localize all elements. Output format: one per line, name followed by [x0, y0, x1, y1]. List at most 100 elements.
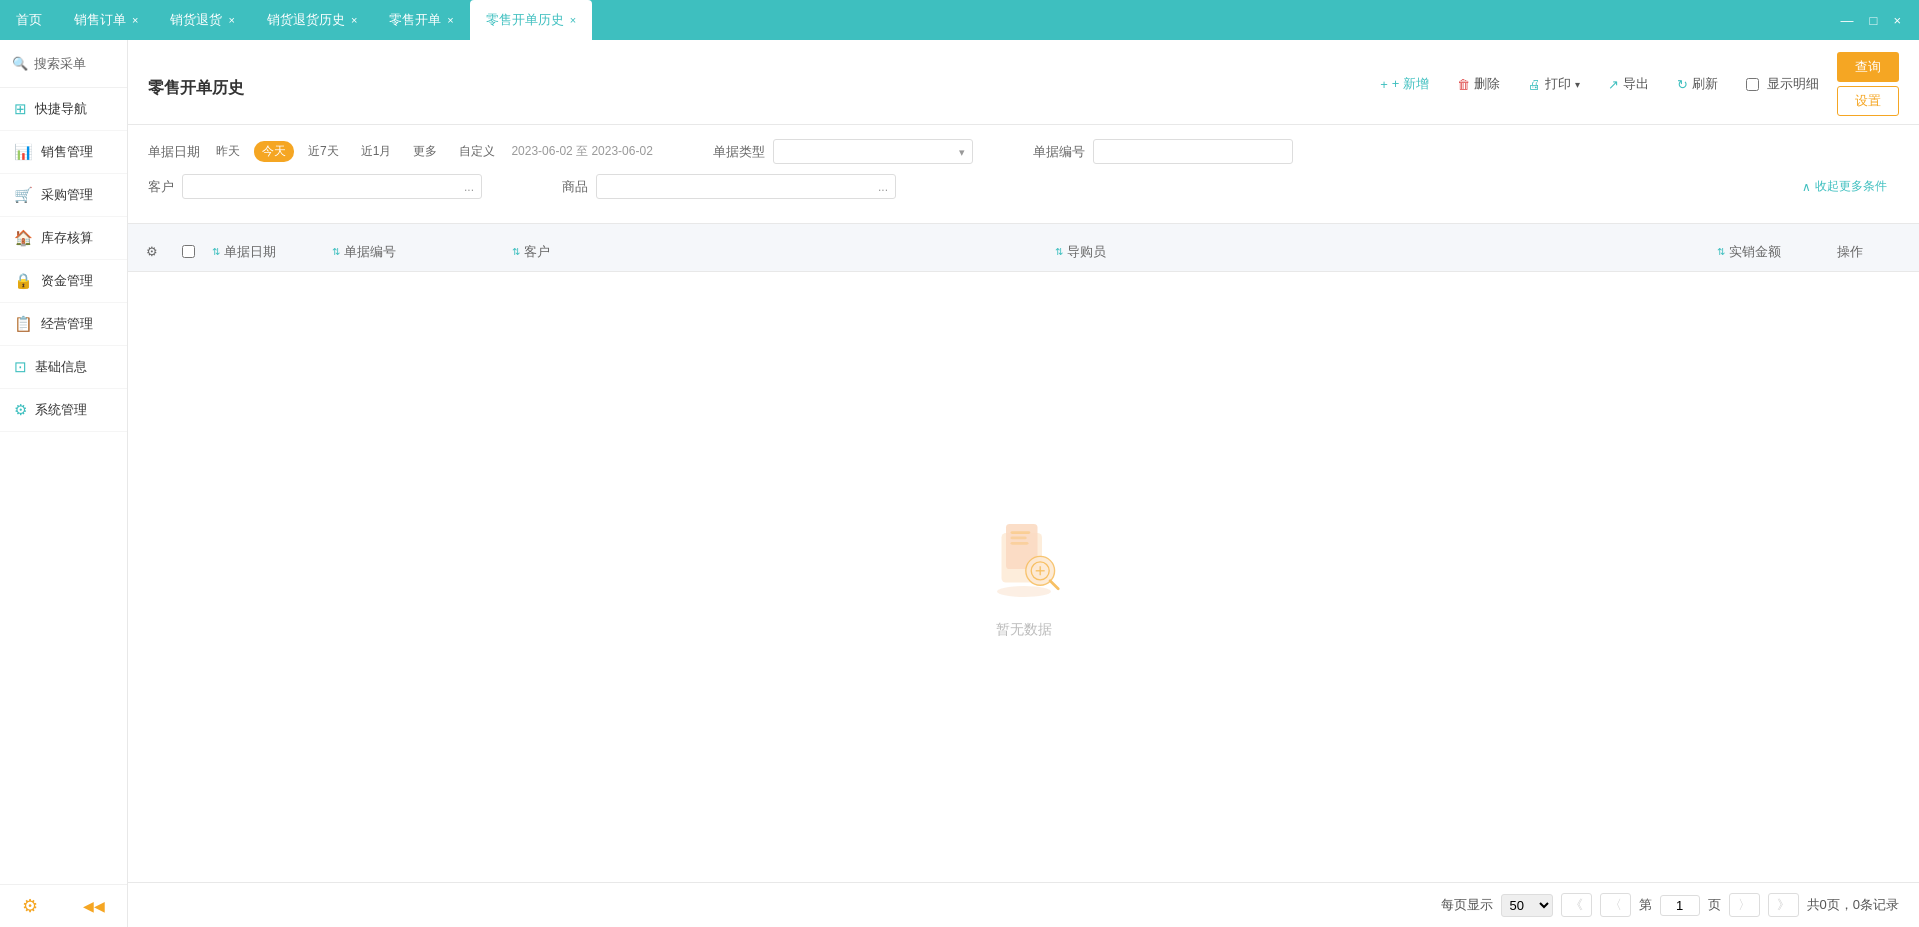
per-page-label: 每页显示 [1441, 896, 1493, 914]
sort-customer-icon[interactable]: ⇅ [512, 246, 520, 257]
collapse-label: 收起更多条件 [1815, 178, 1887, 195]
date-1month-btn[interactable]: 近1月 [353, 141, 400, 162]
query-button[interactable]: 查询 [1837, 52, 1899, 82]
column-settings-icon[interactable]: ⚙ [146, 244, 158, 259]
tab-retail-open-label: 零售开单 [389, 11, 441, 29]
tab-retail-history-close[interactable]: × [570, 14, 576, 26]
tab-sales-return-history[interactable]: 销货退货历史 × [251, 0, 373, 40]
basic-info-icon: ⊡ [14, 358, 27, 376]
sidebar-item-sales-mgmt[interactable]: 📊 销售管理 [0, 131, 127, 174]
display-detail-button[interactable]: 显示明细 [1736, 70, 1829, 98]
window-min-button[interactable]: — [1835, 11, 1860, 30]
finance-icon: 🔒 [14, 272, 33, 290]
goods-dots: ... [878, 180, 888, 194]
customer-input-wrapper: ... [182, 174, 482, 199]
export-button[interactable]: ↗ 导出 [1598, 70, 1659, 98]
tab-retail-open-close[interactable]: × [447, 14, 453, 26]
sort-docno-icon[interactable]: ⇅ [332, 246, 340, 257]
collapse-button[interactable]: ∧ 收起更多条件 [1790, 174, 1899, 199]
sidebar-item-purchase-mgmt[interactable]: 🛒 采购管理 [0, 174, 127, 217]
sidebar-item-finance[interactable]: 🔒 资金管理 [0, 260, 127, 303]
top-nav-bar: 首页 销售订单 × 销货退货 × 销货退货历史 × 零售开单 × 零售开单历史 … [0, 0, 1919, 40]
tab-retail-history-label: 零售开单历史 [486, 11, 564, 29]
select-all-checkbox[interactable] [182, 245, 195, 258]
prev-page-button[interactable]: 〈 [1600, 893, 1631, 917]
last-page-button[interactable]: 》 [1768, 893, 1799, 917]
refresh-icon: ↻ [1677, 77, 1688, 92]
collapse-wrapper: ∧ 收起更多条件 [1790, 174, 1899, 199]
main-layout: 🔍 搜索采单 ⊞ 快捷导航 📊 销售管理 🛒 采购管理 🏠 库存核算 🔒 资金管… [0, 40, 1919, 927]
col-docno-label: 单据编号 [344, 243, 396, 261]
sidebar-search[interactable]: 🔍 搜索采单 [0, 40, 127, 88]
sidebar-settings-button[interactable]: ⚙ [22, 895, 38, 917]
print-button[interactable]: 🖨 打印 ▾ [1518, 70, 1590, 98]
col-amount: ⇅ 实销金额 [1709, 243, 1829, 261]
tab-sales-return-history-close[interactable]: × [351, 14, 357, 26]
window-max-button[interactable]: □ [1864, 11, 1884, 30]
sort-amount-icon[interactable]: ⇅ [1717, 246, 1725, 257]
per-page-select[interactable]: 50 100 200 [1501, 894, 1553, 917]
window-close-button[interactable]: × [1887, 11, 1907, 30]
doctype-select-wrapper [773, 139, 973, 164]
sort-date-icon[interactable]: ⇅ [212, 246, 220, 257]
date-more-btn[interactable]: 更多 [405, 141, 445, 162]
col-docno: ⇅ 单据编号 [324, 243, 504, 261]
page-of-label: 页 [1708, 896, 1721, 914]
goods-input[interactable] [596, 174, 896, 199]
display-detail-label: 显示明细 [1767, 75, 1819, 93]
sidebar-item-quick-nav[interactable]: ⊞ 快捷导航 [0, 88, 127, 131]
svg-rect-4 [1010, 537, 1026, 540]
page-input[interactable] [1660, 895, 1700, 916]
refresh-button[interactable]: ↻ 刷新 [1667, 70, 1728, 98]
date-7days-btn[interactable]: 近7天 [300, 141, 347, 162]
page-label: 第 [1639, 896, 1652, 914]
ops-mgmt-icon: 📋 [14, 315, 33, 333]
tab-sales-order-label: 销售订单 [74, 11, 126, 29]
add-button[interactable]: + + 新增 [1370, 70, 1439, 98]
date-custom-btn[interactable]: 自定义 [451, 141, 503, 162]
doctype-select[interactable] [773, 139, 973, 164]
display-detail-checkbox[interactable] [1746, 78, 1759, 91]
tab-sales-return[interactable]: 销货退货 × [154, 0, 250, 40]
customer-input[interactable] [182, 174, 482, 199]
tab-retail-open[interactable]: 零售开单 × [373, 0, 469, 40]
empty-icon [979, 515, 1069, 605]
sidebar-item-inventory[interactable]: 🏠 库存核算 [0, 217, 127, 260]
delete-button[interactable]: 🗑 删除 [1447, 70, 1510, 98]
sidebar-item-sales-mgmt-label: 销售管理 [41, 143, 93, 161]
filter-goods-label: 商品 [562, 178, 588, 196]
total-info: 共0页，0条记录 [1807, 896, 1899, 914]
sidebar-bottom: ⚙ ◀◀ [0, 884, 127, 927]
sys-mgmt-icon: ⚙ [14, 401, 27, 419]
first-page-button[interactable]: 《 [1561, 893, 1592, 917]
svg-rect-3 [1010, 531, 1030, 534]
filter-date-group: 昨天 今天 近7天 近1月 更多 自定义 [208, 141, 503, 162]
date-yesterday-btn[interactable]: 昨天 [208, 141, 248, 162]
sidebar-item-ops-mgmt[interactable]: 📋 经营管理 [0, 303, 127, 346]
col-customer: ⇅ 客户 [504, 243, 1047, 261]
sidebar-item-basic-info[interactable]: ⊡ 基础信息 [0, 346, 127, 389]
tab-retail-history[interactable]: 零售开单历史 × [470, 0, 592, 40]
pagination: 每页显示 50 100 200 《 〈 第 页 〉 》 共0页，0条记录 [128, 882, 1919, 927]
docno-input[interactable] [1093, 139, 1293, 164]
tab-home[interactable]: 首页 [0, 0, 58, 40]
tab-sales-return-close[interactable]: × [228, 14, 234, 26]
col-customer-label: 客户 [524, 243, 550, 261]
col-date: ⇅ 单据日期 [204, 243, 324, 261]
tab-sales-order[interactable]: 销售订单 × [58, 0, 154, 40]
sidebar-item-finance-label: 资金管理 [41, 272, 93, 290]
tab-home-label: 首页 [16, 11, 42, 29]
sort-guide-icon[interactable]: ⇅ [1055, 246, 1063, 257]
sidebar-item-sys-mgmt[interactable]: ⚙ 系统管理 [0, 389, 127, 432]
next-page-button[interactable]: 〉 [1729, 893, 1760, 917]
sidebar-collapse-button[interactable]: ◀◀ [83, 898, 105, 914]
filter-docno: 单据编号 [1033, 139, 1293, 164]
sidebar: 🔍 搜索采单 ⊞ 快捷导航 📊 销售管理 🛒 采购管理 🏠 库存核算 🔒 资金管… [0, 40, 128, 927]
svg-point-0 [997, 586, 1051, 597]
date-today-btn[interactable]: 今天 [254, 141, 294, 162]
window-controls: — □ × [1835, 11, 1919, 30]
setting-button[interactable]: 设置 [1837, 86, 1899, 116]
tab-sales-order-close[interactable]: × [132, 14, 138, 26]
sidebar-item-ops-mgmt-label: 经营管理 [41, 315, 93, 333]
table-header: ⚙ ⇅ 单据日期 ⇅ 单据编号 ⇅ 客户 ⇅ [128, 232, 1919, 272]
